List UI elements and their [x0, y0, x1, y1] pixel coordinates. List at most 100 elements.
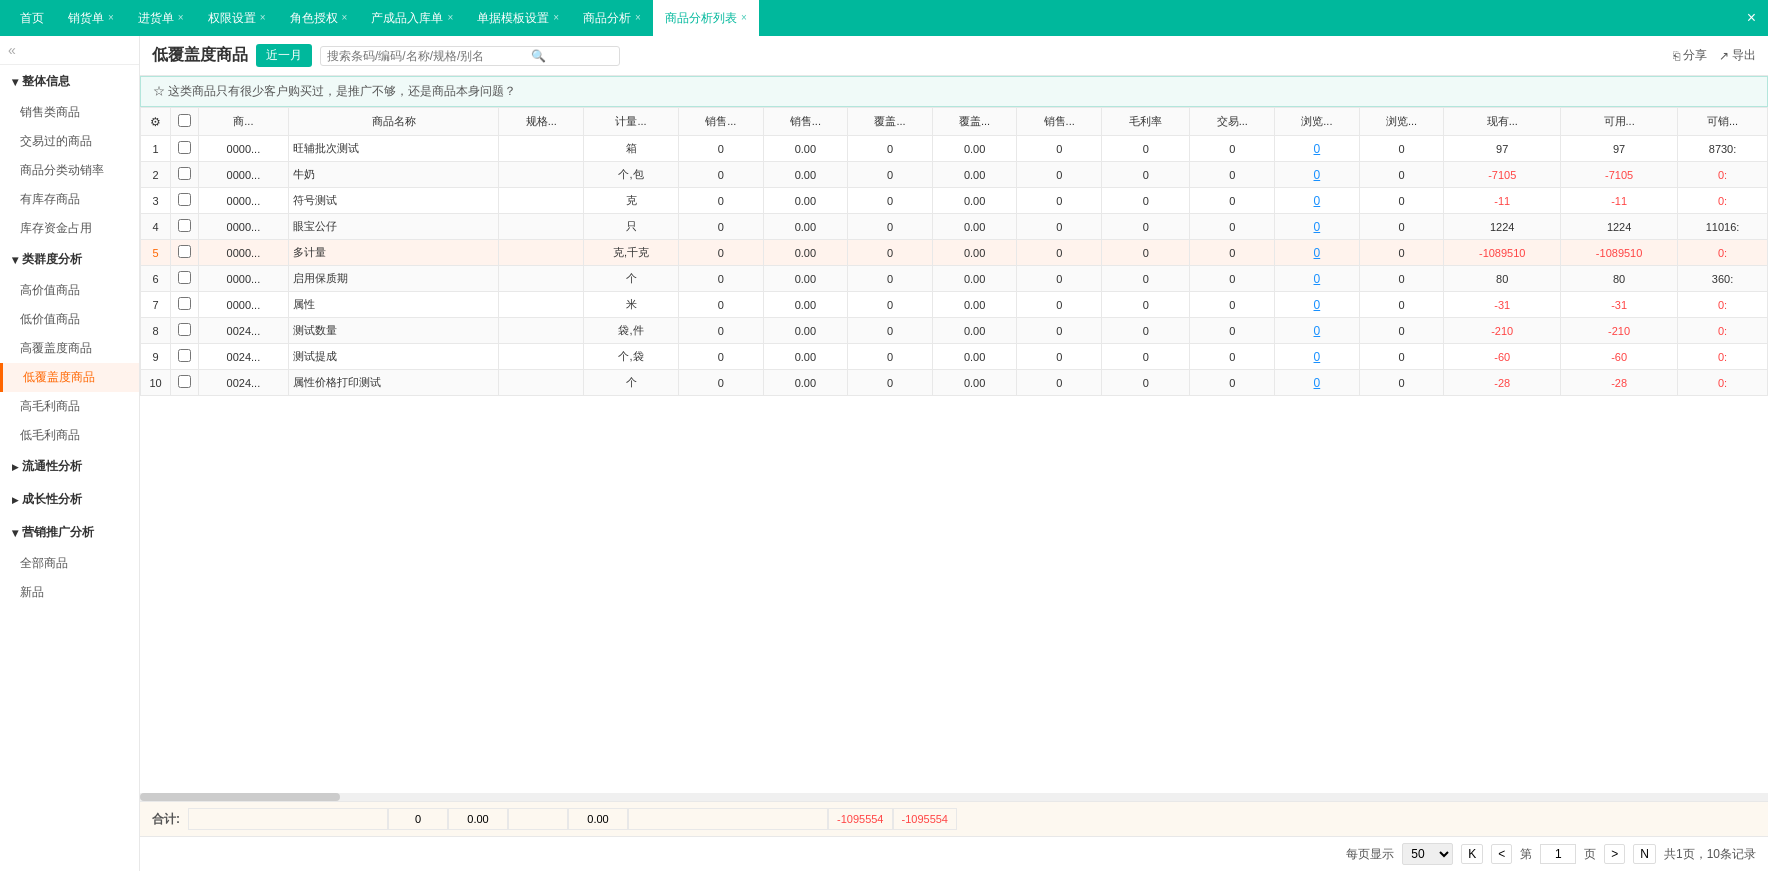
sidebar-item-capital[interactable]: 库存资金占用: [0, 214, 139, 243]
cell-gross-margin: 0: [1102, 266, 1190, 292]
row-checkbox[interactable]: [178, 219, 191, 232]
next-page-button[interactable]: >: [1604, 844, 1625, 864]
nav-tab-purchase[interactable]: 进货单 ×: [126, 0, 196, 36]
sidebar-item-low-margin[interactable]: 低毛利商品: [0, 421, 139, 450]
cell-checkbox[interactable]: [171, 370, 199, 396]
cell-current: -11: [1444, 188, 1561, 214]
close-icon[interactable]: ×: [178, 0, 184, 36]
sidebar-item-in-stock[interactable]: 有库存商品: [0, 185, 139, 214]
sidebar-item-high-coverage[interactable]: 高覆盖度商品: [0, 334, 139, 363]
cell-gross-margin: 0: [1102, 214, 1190, 240]
col-settings[interactable]: ⚙: [141, 108, 171, 136]
cell-trade: 0: [1190, 188, 1275, 214]
cell-sales-qty: 0: [678, 240, 763, 266]
cell-checkbox[interactable]: [171, 162, 199, 188]
row-checkbox[interactable]: [178, 141, 191, 154]
cell-checkbox[interactable]: [171, 292, 199, 318]
search-box: 🔍: [320, 46, 620, 66]
chevron-down-icon: ▾: [12, 253, 18, 267]
first-page-button[interactable]: K: [1461, 844, 1483, 864]
search-icon: 🔍: [531, 49, 546, 63]
sidebar-section-flow[interactable]: ▸ 流通性分析: [0, 450, 139, 483]
content-header: 低覆盖度商品 近一月 🔍 ⎗ 分享 ↗ 导出: [140, 36, 1768, 76]
row-checkbox[interactable]: [178, 245, 191, 258]
row-checkbox[interactable]: [178, 349, 191, 362]
cell-checkbox[interactable]: [171, 214, 199, 240]
row-checkbox[interactable]: [178, 167, 191, 180]
row-checkbox[interactable]: [178, 323, 191, 336]
sidebar-item-high-value[interactable]: 高价值商品: [0, 276, 139, 305]
cell-sales-cnt: 0: [1017, 240, 1102, 266]
close-icon[interactable]: ×: [260, 0, 266, 36]
time-filter-button[interactable]: 近一月: [256, 44, 312, 67]
sidebar-item-sales-goods[interactable]: 销售类商品: [0, 98, 139, 127]
current-page-input[interactable]: [1540, 844, 1576, 864]
cell-sales-qty: 0: [678, 370, 763, 396]
cell-browse2: 0: [1359, 292, 1444, 318]
close-icon[interactable]: ×: [741, 0, 747, 36]
cell-checkbox[interactable]: [171, 136, 199, 162]
close-icon[interactable]: ×: [553, 0, 559, 36]
footer-cells: 0 0.00 0.00 -1095554 -1095554: [188, 808, 1756, 830]
nav-tab-template[interactable]: 单据模板设置 ×: [465, 0, 571, 36]
nav-tab-home[interactable]: 首页: [8, 0, 56, 36]
sidebar-item-low-coverage[interactable]: 低覆盖度商品: [0, 363, 139, 392]
sidebar-section-marketing[interactable]: ▾ 营销推广分析: [0, 516, 139, 549]
sidebar-item-high-margin[interactable]: 高毛利商品: [0, 392, 139, 421]
share-button[interactable]: ⎗ 分享: [1673, 47, 1707, 64]
close-icon[interactable]: ×: [342, 0, 348, 36]
row-checkbox[interactable]: [178, 193, 191, 206]
cell-browse2: 0: [1359, 162, 1444, 188]
col-available: 可用...: [1561, 108, 1678, 136]
sidebar-item-traded-goods[interactable]: 交易过的商品: [0, 127, 139, 156]
row-checkbox[interactable]: [178, 297, 191, 310]
cell-sales-qty: 0: [678, 318, 763, 344]
horizontal-scrollbar[interactable]: [140, 793, 1768, 801]
row-checkbox[interactable]: [178, 271, 191, 284]
cell-cover-pct: 0.00: [932, 344, 1017, 370]
close-icon[interactable]: ×: [447, 0, 453, 36]
cell-name: 牛奶: [288, 162, 499, 188]
sidebar-section-overall[interactable]: ▾ 整体信息: [0, 65, 139, 98]
sidebar-item-low-value[interactable]: 低价值商品: [0, 305, 139, 334]
cell-checkbox[interactable]: [171, 266, 199, 292]
cell-checkbox[interactable]: [171, 240, 199, 266]
select-all-checkbox[interactable]: [178, 114, 191, 127]
cell-sales-qty: 0: [678, 188, 763, 214]
settings-icon[interactable]: ⚙: [150, 115, 161, 129]
prev-page-button[interactable]: <: [1491, 844, 1512, 864]
page-title: 低覆盖度商品: [152, 45, 248, 66]
nav-tab-analysis[interactable]: 商品分析 ×: [571, 0, 653, 36]
cell-checkbox[interactable]: [171, 318, 199, 344]
sidebar-item-category-rate[interactable]: 商品分类动销率: [0, 156, 139, 185]
nav-tab-roles[interactable]: 角色授权 ×: [278, 0, 360, 36]
cell-checkbox[interactable]: [171, 344, 199, 370]
cell-name: 测试数量: [288, 318, 499, 344]
search-input[interactable]: [327, 49, 527, 63]
close-icon[interactable]: ×: [108, 0, 114, 36]
row-checkbox[interactable]: [178, 375, 191, 388]
sidebar-item-new-goods[interactable]: 新品: [0, 578, 139, 607]
cell-sales-amt: 0.00: [763, 214, 848, 240]
cell-code: 0000...: [199, 240, 289, 266]
cell-spec: [499, 214, 584, 240]
sidebar-section-cluster[interactable]: ▾ 类群度分析: [0, 243, 139, 276]
nav-tab-permissions[interactable]: 权限设置 ×: [196, 0, 278, 36]
close-all-button[interactable]: ×: [1747, 9, 1756, 27]
last-page-button[interactable]: N: [1633, 844, 1656, 864]
sidebar-item-all-goods[interactable]: 全部商品: [0, 549, 139, 578]
collapse-button[interactable]: «: [8, 42, 16, 58]
scrollbar-thumb[interactable]: [140, 793, 340, 801]
close-icon[interactable]: ×: [635, 0, 641, 36]
nav-tab-products[interactable]: 产成品入库单 ×: [359, 0, 465, 36]
cell-cover-qty: 0: [848, 292, 933, 318]
page-size-select[interactable]: 50 20 100: [1402, 843, 1453, 865]
cell-checkbox[interactable]: [171, 188, 199, 214]
cell-unit: 箱: [584, 136, 679, 162]
nav-tab-sales[interactable]: 销货单 ×: [56, 0, 126, 36]
nav-tab-analysis-list[interactable]: 商品分析列表 ×: [653, 0, 759, 36]
table-container[interactable]: ⚙ 商... 商品名称 规格... 计量... 销售... 销售... 覆盖..…: [140, 107, 1768, 793]
export-button[interactable]: ↗ 导出: [1719, 47, 1756, 64]
sidebar-section-growth[interactable]: ▸ 成长性分析: [0, 483, 139, 516]
page-prefix: 第: [1520, 846, 1532, 863]
